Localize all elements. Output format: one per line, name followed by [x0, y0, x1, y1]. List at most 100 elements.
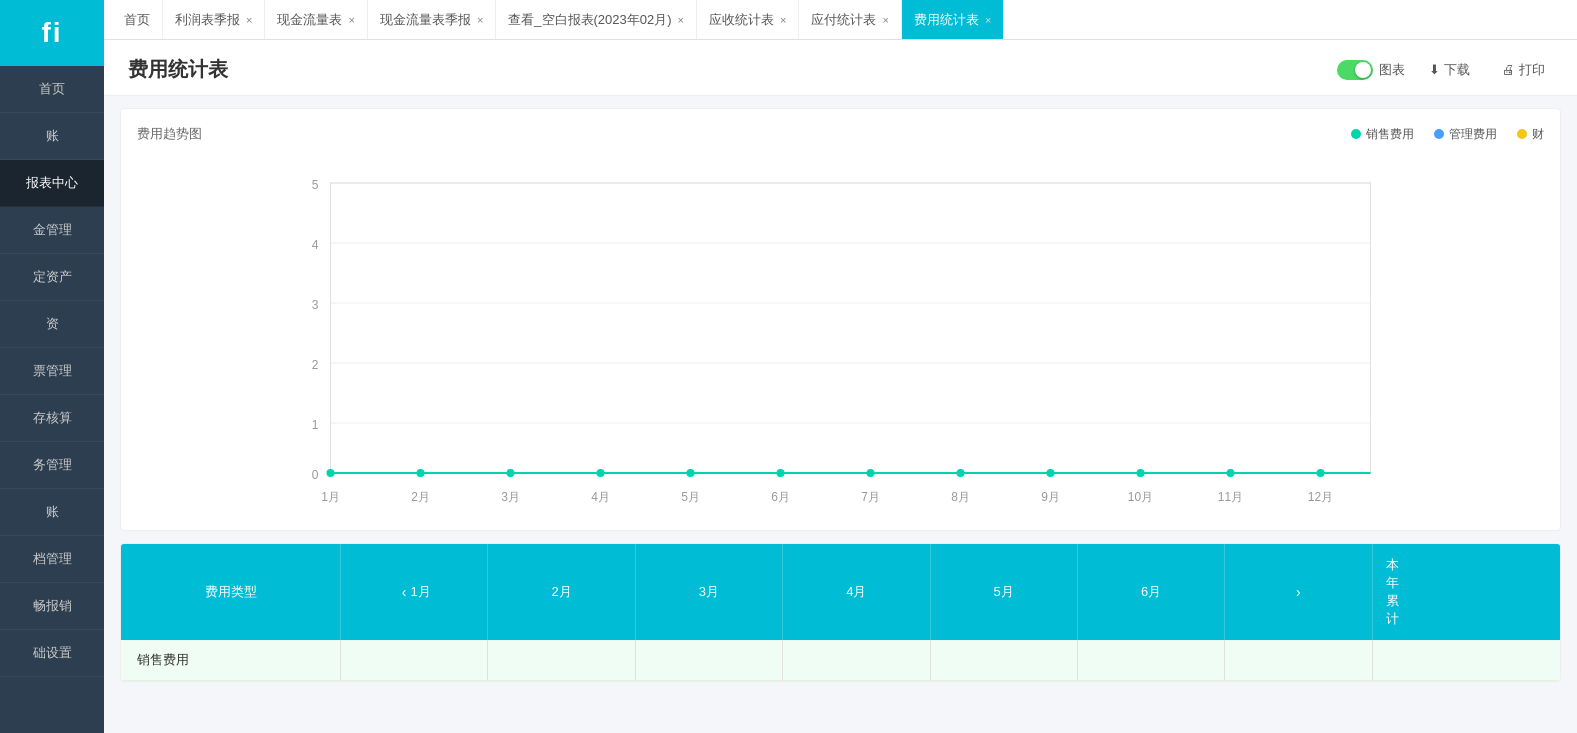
td-nav	[1225, 640, 1372, 680]
svg-text:10月: 10月	[1128, 490, 1153, 504]
sidebar-item-inventory[interactable]: 存核算	[0, 395, 104, 442]
svg-text:5: 5	[312, 178, 319, 192]
sidebar-item-assets[interactable]: 定资产	[0, 254, 104, 301]
data-point	[507, 469, 515, 477]
print-button[interactable]: 🖨 打印	[1494, 57, 1553, 83]
legend-label-admin: 管理费用	[1449, 126, 1497, 143]
chart-legend: 销售费用 管理费用 财	[1351, 126, 1544, 143]
toggle-track[interactable]	[1337, 60, 1373, 80]
data-point	[777, 469, 785, 477]
data-point	[687, 469, 695, 477]
tab-blank-report[interactable]: 查看_空白报表(2023年02月) ×	[496, 0, 697, 40]
td-m2	[488, 640, 635, 680]
sidebar-item-salary[interactable]: 资	[0, 301, 104, 348]
data-point	[1047, 469, 1055, 477]
main-area: 首页 利润表季报 × 现金流量表 × 现金流量表季报 × 查看_空白报表(202…	[104, 0, 1577, 733]
toggle-thumb	[1355, 62, 1371, 78]
tab-bar: 首页 利润表季报 × 现金流量表 × 现金流量表季报 × 查看_空白报表(202…	[104, 0, 1577, 40]
svg-text:9月: 9月	[1041, 490, 1060, 504]
svg-text:3月: 3月	[501, 490, 520, 504]
close-tab-cashflow-quarter[interactable]: ×	[477, 14, 483, 26]
svg-text:6月: 6月	[771, 490, 790, 504]
page-title: 费用统计表	[128, 56, 228, 83]
page-header: 费用统计表 图表 ⬇ 下载 🖨 打印	[104, 40, 1577, 96]
close-tab-receivable[interactable]: ×	[780, 14, 786, 26]
data-point	[1317, 469, 1325, 477]
legend-admin: 管理费用	[1434, 126, 1497, 143]
table-row: 销售费用	[121, 640, 1560, 681]
chart-section: 费用趋势图 销售费用 管理费用 财	[120, 108, 1561, 531]
close-tab-payable[interactable]: ×	[882, 14, 888, 26]
svg-text:7月: 7月	[861, 490, 880, 504]
svg-text:4: 4	[312, 238, 319, 252]
print-icon: 🖨	[1502, 62, 1515, 77]
prev-arrow[interactable]: ‹	[402, 584, 407, 600]
sidebar-item-settings[interactable]: 础设置	[0, 630, 104, 677]
data-point	[1137, 469, 1145, 477]
tab-profit-quarter[interactable]: 利润表季报 ×	[163, 0, 265, 40]
th-m1: ‹ 1月	[341, 544, 488, 640]
data-point	[1227, 469, 1235, 477]
sidebar-item-reports[interactable]: 报表中心	[0, 160, 104, 207]
tab-receivable[interactable]: 应收统计表 ×	[697, 0, 799, 40]
svg-text:4月: 4月	[591, 490, 610, 504]
sidebar-item-expense[interactable]: 畅报销	[0, 583, 104, 630]
tab-cashflow-quarter[interactable]: 现金流量表季报 ×	[368, 0, 496, 40]
svg-text:1: 1	[312, 418, 319, 432]
close-tab-cashflow[interactable]: ×	[348, 14, 354, 26]
td-m6	[1078, 640, 1225, 680]
svg-text:1月: 1月	[321, 490, 340, 504]
print-label: 打印	[1519, 61, 1545, 79]
sidebar-item-invoice[interactable]: 票管理	[0, 348, 104, 395]
download-icon: ⬇	[1429, 62, 1440, 77]
td-type: 销售费用	[121, 640, 341, 680]
close-tab-blank-report[interactable]: ×	[678, 14, 684, 26]
tab-home[interactable]: 首页	[112, 0, 163, 40]
sidebar-item-home[interactable]: 首页	[0, 66, 104, 113]
th-total: 本年累计	[1373, 544, 1413, 640]
svg-text:2月: 2月	[411, 490, 430, 504]
th-m4: 4月	[783, 544, 930, 640]
legend-dot-admin	[1434, 129, 1444, 139]
chart-toggle[interactable]: 图表	[1337, 60, 1405, 80]
sidebar-item-fund[interactable]: 金管理	[0, 207, 104, 254]
download-button[interactable]: ⬇ 下载	[1421, 57, 1478, 83]
th-m3: 3月	[636, 544, 783, 640]
sidebar-item-ledger[interactable]: 账	[0, 489, 104, 536]
td-m4	[783, 640, 930, 680]
table-header: 费用类型 ‹ 1月 2月 3月 4月 5月 6月 › 本年累计	[121, 544, 1560, 640]
sidebar-item-account[interactable]: 账	[0, 113, 104, 160]
svg-text:8月: 8月	[951, 490, 970, 504]
td-m1	[341, 640, 488, 680]
tab-expense[interactable]: 费用统计表 ×	[902, 0, 1004, 40]
sidebar: fi 首页 账 报表中心 金管理 定资产 资 票管理 存核算 务管理 账 档管理…	[0, 0, 104, 733]
sidebar-item-service[interactable]: 务管理	[0, 442, 104, 489]
svg-text:2: 2	[312, 358, 319, 372]
td-m3	[636, 640, 783, 680]
legend-label-finance: 财	[1532, 126, 1544, 143]
download-label: 下载	[1444, 61, 1470, 79]
tab-payable[interactable]: 应付统计表 ×	[799, 0, 901, 40]
svg-text:11月: 11月	[1218, 490, 1243, 504]
chart-title: 费用趋势图	[137, 125, 202, 143]
chart-container: 5 4 3 2 1 0	[137, 151, 1544, 514]
table-section: 费用类型 ‹ 1月 2月 3月 4月 5月 6月 › 本年累计 销售费用	[120, 543, 1561, 682]
legend-label-sales: 销售费用	[1366, 126, 1414, 143]
legend-dot-finance	[1517, 129, 1527, 139]
tab-cashflow[interactable]: 现金流量表 ×	[265, 0, 367, 40]
data-point	[327, 469, 335, 477]
sidebar-item-archive[interactable]: 档管理	[0, 536, 104, 583]
td-total	[1373, 640, 1413, 680]
th-type: 费用类型	[121, 544, 341, 640]
th-nav-next[interactable]: ›	[1225, 544, 1372, 640]
svg-rect-12	[331, 183, 1371, 473]
legend-sales: 销售费用	[1351, 126, 1414, 143]
legend-finance: 财	[1517, 126, 1544, 143]
close-tab-profit-quarter[interactable]: ×	[246, 14, 252, 26]
data-point	[597, 469, 605, 477]
close-tab-expense[interactable]: ×	[985, 14, 991, 26]
th-m5: 5月	[931, 544, 1078, 640]
next-arrow[interactable]: ›	[1296, 584, 1301, 600]
svg-text:12月: 12月	[1308, 490, 1333, 504]
data-point	[417, 469, 425, 477]
